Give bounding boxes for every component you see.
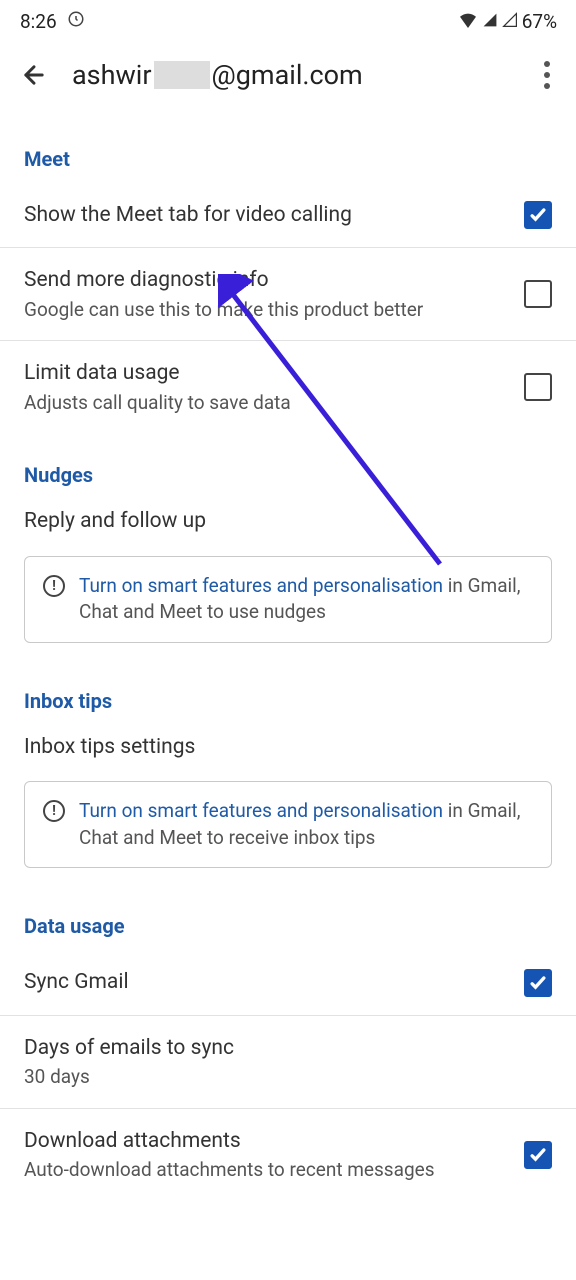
checkbox-download[interactable] xyxy=(524,1141,552,1169)
sub-diagnostic: Google can use this to make this product… xyxy=(24,297,508,323)
section-meet: Meet xyxy=(0,117,576,183)
back-icon[interactable] xyxy=(20,61,48,89)
title-reply-follow: Reply and follow up xyxy=(24,507,536,535)
checkbox-sync-gmail[interactable] xyxy=(524,969,552,997)
redacted-block xyxy=(154,61,210,89)
title-limit-data: Limit data usage xyxy=(24,359,508,387)
nudges-info-card[interactable]: ! Turn on smart features and personalisa… xyxy=(24,556,552,643)
info-icon: ! xyxy=(43,800,65,822)
signal-icon xyxy=(482,10,498,33)
nudges-info-text: Turn on smart features and personalisati… xyxy=(79,573,533,626)
status-bar: 8:26 67% xyxy=(0,0,576,37)
battery-percent: 67% xyxy=(522,10,557,33)
row-download-attachments[interactable]: Download attachments Auto-download attac… xyxy=(0,1109,576,1183)
row-show-meet-tab[interactable]: Show the Meet tab for video calling xyxy=(0,183,576,247)
title-show-meet: Show the Meet tab for video calling xyxy=(24,201,508,229)
row-inbox-tips-settings[interactable]: Inbox tips settings xyxy=(0,725,576,769)
section-data-usage: Data usage xyxy=(0,884,576,950)
account-email: ashwir@gmail.com xyxy=(72,59,514,91)
row-days-sync[interactable]: Days of emails to sync 30 days xyxy=(0,1016,576,1108)
checkbox-limit-data[interactable] xyxy=(524,373,552,401)
inbox-tips-info-text: Turn on smart features and personalisati… xyxy=(79,798,533,851)
signal-empty-icon xyxy=(502,10,518,33)
checkbox-diagnostic[interactable] xyxy=(524,280,552,308)
title-inbox-tips: Inbox tips settings xyxy=(24,733,536,761)
app-bar: ashwir@gmail.com xyxy=(0,37,576,117)
row-diagnostic[interactable]: Send more diagnostic info Google can use… xyxy=(0,248,576,340)
info-icon: ! xyxy=(43,575,65,597)
row-reply-follow[interactable]: Reply and follow up xyxy=(0,499,576,543)
wifi-icon xyxy=(458,10,478,33)
more-icon[interactable] xyxy=(538,55,556,95)
section-inbox-tips: Inbox tips xyxy=(0,659,576,725)
section-nudges: Nudges xyxy=(0,433,576,499)
status-time: 8:26 xyxy=(20,10,57,33)
row-limit-data[interactable]: Limit data usage Adjusts call quality to… xyxy=(0,341,576,433)
title-diagnostic: Send more diagnostic info xyxy=(24,266,508,294)
sub-limit-data: Adjusts call quality to save data xyxy=(24,390,508,416)
sub-days-sync: 30 days xyxy=(24,1064,536,1090)
title-download: Download attachments xyxy=(24,1127,508,1155)
title-days-sync: Days of emails to sync xyxy=(24,1034,536,1062)
alarm-icon xyxy=(67,10,85,33)
inbox-tips-info-card[interactable]: ! Turn on smart features and personalisa… xyxy=(24,781,552,868)
title-sync-gmail: Sync Gmail xyxy=(24,968,508,996)
row-sync-gmail[interactable]: Sync Gmail xyxy=(0,950,576,1014)
sub-download: Auto-download attachments to recent mess… xyxy=(24,1157,508,1183)
checkbox-show-meet[interactable] xyxy=(524,201,552,229)
